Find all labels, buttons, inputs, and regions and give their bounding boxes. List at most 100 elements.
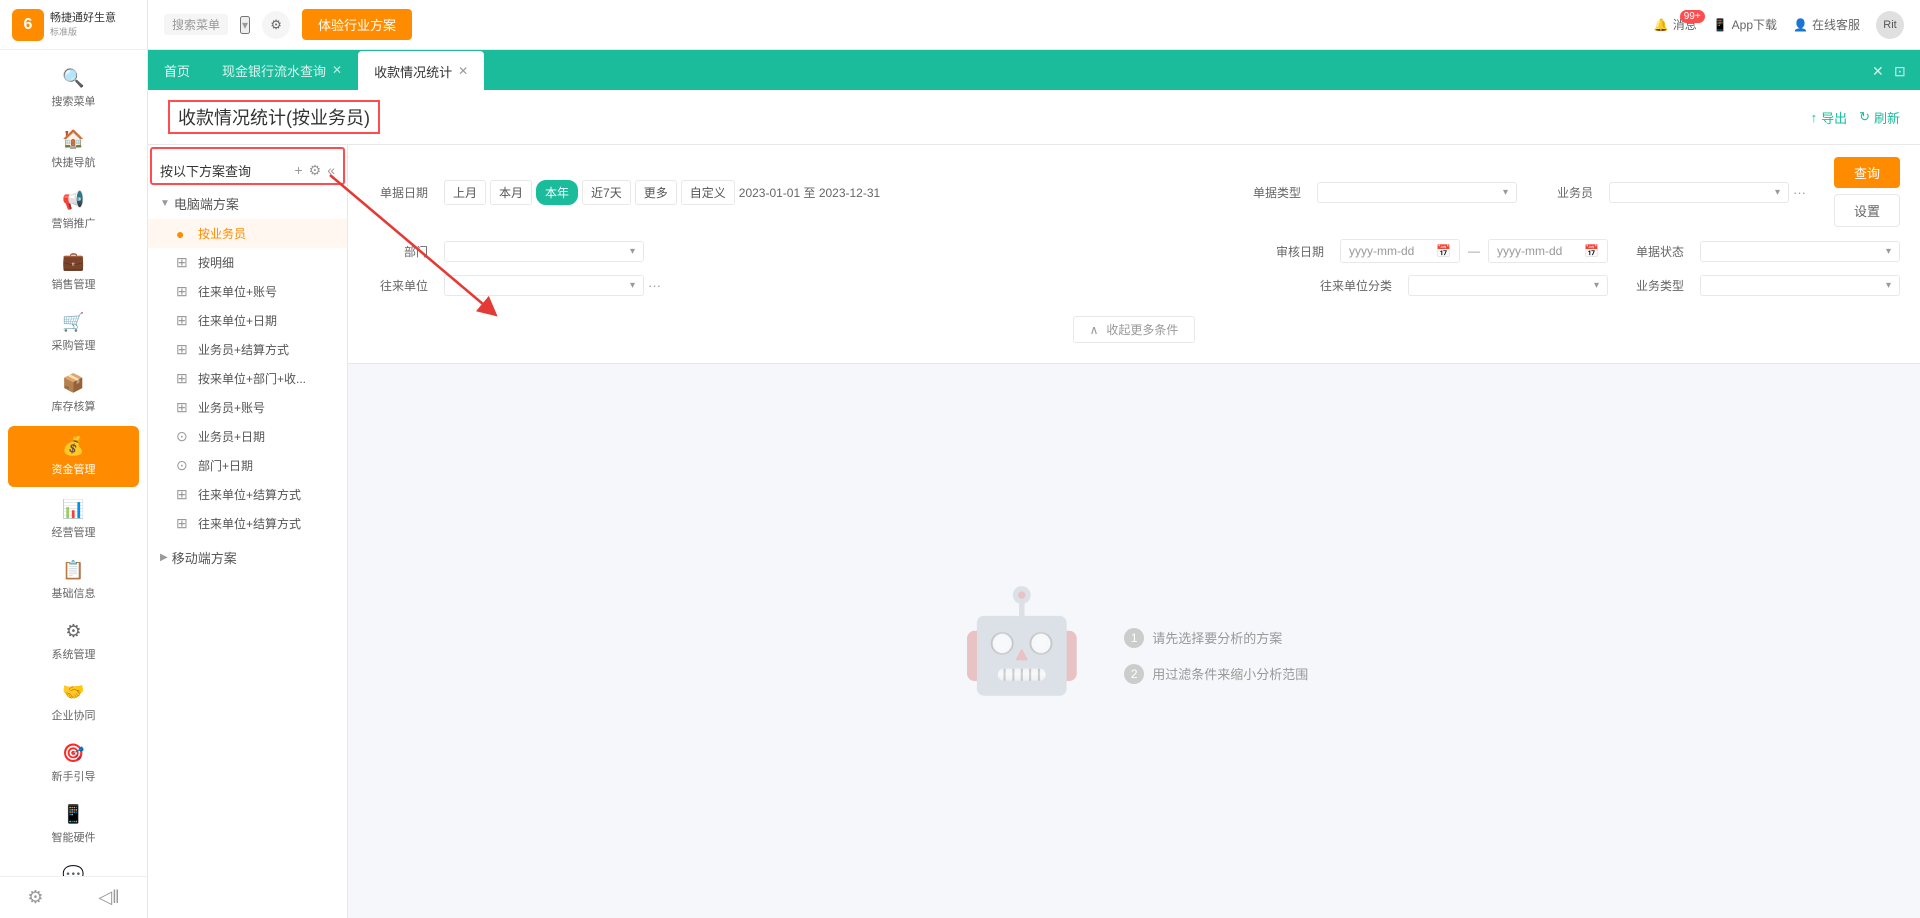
- logo-name: 畅捷通好生意: [50, 11, 116, 25]
- message-button[interactable]: 🔔 消息 99+: [1654, 16, 1697, 33]
- date-btn-last-month[interactable]: 上月: [444, 180, 486, 205]
- add-scheme-button[interactable]: +: [294, 162, 302, 179]
- app-label: App下载: [1732, 16, 1777, 33]
- sidebar-item-funds[interactable]: 💰 资金管理: [8, 426, 139, 487]
- scheme-item-dept-date-label: 部门+日期: [198, 457, 253, 474]
- refresh-button[interactable]: ↻ 刷新: [1859, 108, 1900, 127]
- close-window-icon[interactable]: ✕: [1872, 63, 1886, 77]
- sidebar: 6 畅捷通好生意 标准版 🔍 搜索菜单 🏠 快捷导航 📢 营销推广 💼 销售管理: [0, 0, 148, 918]
- sidebar-item-operations[interactable]: 📊 经营管理: [0, 489, 147, 550]
- trial-button[interactable]: 体验行业方案: [302, 9, 412, 40]
- maximize-window-icon[interactable]: ⊡: [1894, 63, 1908, 77]
- collapse-sidebar-icon[interactable]: ◁‖: [98, 887, 119, 908]
- tab-bank[interactable]: 现金银行流水查询 ✕: [206, 50, 358, 90]
- scheme-settings-button[interactable]: ⚙: [309, 162, 322, 179]
- sidebar-item-inventory[interactable]: 📦 库存核算: [0, 363, 147, 424]
- scheme-item-salesman-account-label: 业务员+账号: [198, 399, 265, 416]
- collapse-button[interactable]: ∧ 收起更多条件: [1073, 316, 1196, 343]
- scheme-item-supplier-date[interactable]: ⊞ 往来单位+日期: [148, 306, 347, 335]
- header-settings-button[interactable]: ⚙: [262, 11, 290, 39]
- scheme-item-salesman-account[interactable]: ⊞ 业务员+账号: [148, 393, 347, 422]
- voucher-status-select[interactable]: ▾: [1700, 241, 1900, 262]
- tab-receipt[interactable]: 收款情况统计 ✕: [358, 51, 484, 91]
- tab-receipt-close[interactable]: ✕: [458, 64, 468, 78]
- export-button[interactable]: ↑ 导出: [1811, 108, 1848, 127]
- salesman-select[interactable]: ▾: [1609, 182, 1789, 203]
- empty-hint-1: 1 请先选择要分析的方案: [1124, 628, 1308, 648]
- scheme-item-supplier-settlement1[interactable]: ⊞ 往来单位+结算方式: [148, 480, 347, 509]
- biz-type-arrow-icon: ▾: [1886, 280, 1891, 291]
- dropdown-button[interactable]: ▾: [240, 16, 250, 34]
- sidebar-item-wechat[interactable]: 💬 企业微信: [0, 855, 147, 876]
- header-left: 搜索菜单 ▾ ⚙ 体验行业方案: [164, 9, 412, 40]
- tab-bar: 首页 现金银行流水查询 ✕ 收款情况统计 ✕ ✕ ⊡: [148, 50, 1920, 90]
- filter-area: 单据日期 上月 本月 本年 近7天 更多 自定义 2023-01-01 至 20…: [348, 145, 1920, 364]
- sidebar-item-basic[interactable]: 📋 基础信息: [0, 550, 147, 611]
- sidebar-item-purchase[interactable]: 🛒 采购管理: [0, 302, 147, 363]
- logo-badge: 标准版: [50, 25, 116, 38]
- date-label: 单据日期: [368, 184, 428, 201]
- search-icon: 🔍: [62, 68, 84, 89]
- collapse-row: ∧ 收起更多条件: [368, 308, 1900, 351]
- scheme-item-detail-label: 按明细: [198, 254, 234, 271]
- hint-2-label: 用过滤条件来缩小分析范围: [1152, 664, 1308, 683]
- scheme-item-dept-date[interactable]: ⊙ 部门+日期: [148, 451, 347, 480]
- main-content: 搜索菜单 ▾ ⚙ 体验行业方案 🔔 消息 99+ 📱 App下载 👤 在线客服: [148, 0, 1920, 918]
- sidebar-item-nav[interactable]: 🏠 快捷导航: [0, 119, 147, 180]
- scheme-item-supplier-settlement2[interactable]: ⊞ 往来单位+结算方式: [148, 509, 347, 538]
- sidebar-item-enterprise[interactable]: 🤝 企业协同: [0, 672, 147, 733]
- scheme-item-by-detail[interactable]: ⊞ 按明细: [148, 248, 347, 277]
- scheme-item-by-salesman[interactable]: ● 按业务员: [148, 219, 347, 248]
- sidebar-item-marketing[interactable]: 📢 营销推广: [0, 180, 147, 241]
- sidebar-label-search: 搜索菜单: [52, 93, 96, 109]
- date-btn-7days[interactable]: 近7天: [582, 180, 631, 205]
- online-service-button[interactable]: 👤 在线客服: [1793, 16, 1860, 33]
- scheme-group-mobile-title[interactable]: ▶ 移动端方案: [148, 542, 347, 573]
- basic-icon: 📋: [62, 560, 84, 581]
- hint-num-2: 2: [1124, 664, 1144, 684]
- filter-settings-button[interactable]: 设置: [1834, 194, 1900, 227]
- scheme-item-supplier-account[interactable]: ⊞ 往来单位+账号: [148, 277, 347, 306]
- app-download-button[interactable]: 📱 App下载: [1713, 16, 1777, 33]
- scheme-item-supplier-account-label: 往来单位+账号: [198, 283, 277, 300]
- date-btn-custom[interactable]: 自定义: [681, 180, 735, 205]
- voucher-type-select[interactable]: ▾: [1317, 182, 1517, 203]
- date-btn-more[interactable]: 更多: [635, 180, 677, 205]
- review-date-to[interactable]: yyyy-mm-dd 📅: [1488, 239, 1608, 263]
- collapse-panel-button[interactable]: «: [327, 162, 335, 179]
- supplier-settlement1-icon: ⊞: [176, 486, 192, 503]
- sidebar-item-guide[interactable]: 🎯 新手引导: [0, 733, 147, 794]
- sidebar-item-hardware[interactable]: 📱 智能硬件: [0, 794, 147, 855]
- tab-receipt-label: 收款情况统计: [374, 62, 452, 81]
- date-btn-this-year[interactable]: 本年: [536, 180, 578, 205]
- settings-bottom-icon[interactable]: ⚙: [27, 887, 43, 908]
- sidebar-item-sales[interactable]: 💼 销售管理: [0, 241, 147, 302]
- scheme-item-salesman-settlement[interactable]: ⊞ 业务员+结算方式: [148, 335, 347, 364]
- counterpart-select[interactable]: ▾: [444, 275, 644, 296]
- voucher-type-arrow-icon: ▾: [1503, 187, 1508, 198]
- voucher-status-label: 单据状态: [1624, 243, 1684, 260]
- scheme-item-supplier-settlement2-label: 往来单位+结算方式: [198, 515, 301, 532]
- scheme-item-salesman-date[interactable]: ⊙ 业务员+日期: [148, 422, 347, 451]
- biz-type-select[interactable]: ▾: [1700, 275, 1900, 296]
- date-btn-this-month[interactable]: 本月: [490, 180, 532, 205]
- dept-select[interactable]: ▾: [444, 241, 644, 262]
- sidebar-item-system[interactable]: ⚙ 系统管理: [0, 611, 147, 672]
- tab-bank-close[interactable]: ✕: [332, 63, 342, 77]
- salesman-more-btn[interactable]: ···: [1793, 185, 1806, 200]
- counterpart-more-btn[interactable]: ···: [648, 278, 661, 293]
- tab-home[interactable]: 首页: [148, 50, 206, 90]
- hint-1-label: 请先选择要分析的方案: [1152, 628, 1282, 647]
- scheme-item-by-supplier-dept[interactable]: ⊞ 按来单位+部门+收...: [148, 364, 347, 393]
- dept-date-icon: ⊙: [176, 457, 192, 474]
- scheme-group-desktop-title[interactable]: ▼ 电脑端方案: [148, 188, 347, 219]
- query-button[interactable]: 查询: [1834, 157, 1900, 188]
- review-date-from[interactable]: yyyy-mm-dd 📅: [1340, 239, 1460, 263]
- counterpart-type-select[interactable]: ▾: [1408, 275, 1608, 296]
- refresh-label: 刷新: [1874, 108, 1900, 127]
- header-right: 🔔 消息 99+ 📱 App下载 👤 在线客服 Rit: [1654, 11, 1904, 39]
- service-icon: 👤: [1793, 18, 1808, 32]
- sidebar-label-basic: 基础信息: [52, 585, 96, 601]
- user-avatar[interactable]: Rit: [1876, 11, 1904, 39]
- sidebar-item-search[interactable]: 🔍 搜索菜单: [0, 58, 147, 119]
